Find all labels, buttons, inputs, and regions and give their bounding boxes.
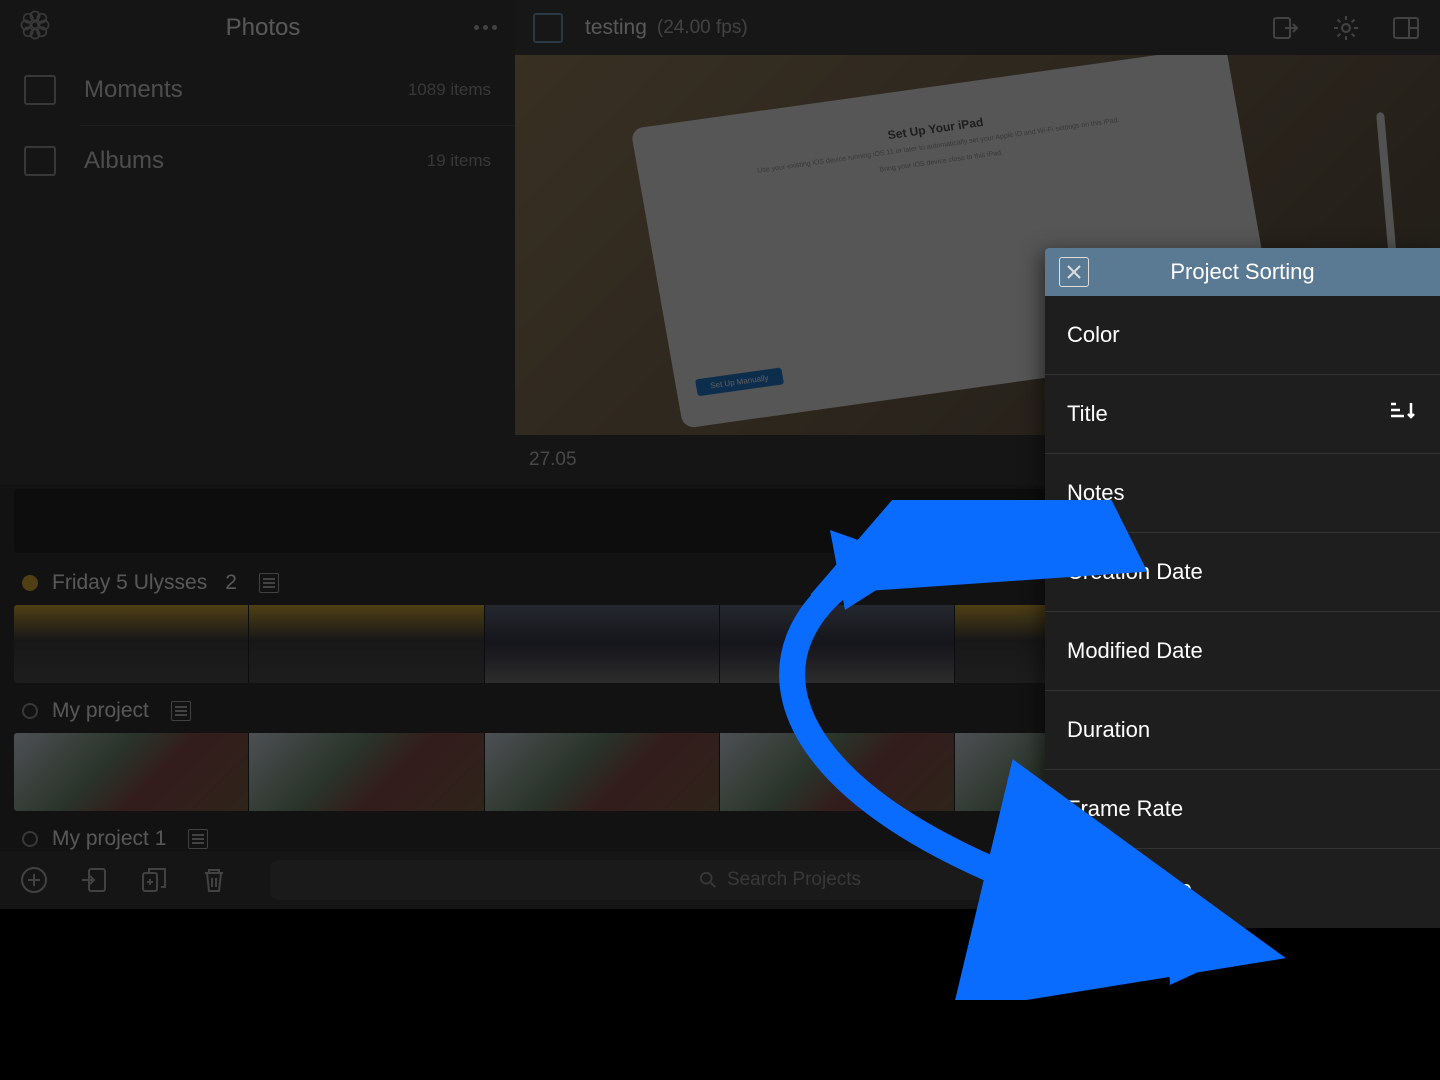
notes-icon[interactable] — [171, 701, 191, 721]
sort-popup: Project Sorting Color Title Notes Creati… — [1045, 248, 1440, 928]
fps-label: (24.00 fps) — [657, 17, 748, 39]
project-icon[interactable] — [533, 13, 563, 43]
close-icon[interactable] — [1059, 257, 1089, 287]
notes-icon[interactable] — [188, 829, 208, 849]
sort-option-duration[interactable]: Duration — [1045, 691, 1440, 770]
export-icon[interactable] — [1270, 12, 1302, 44]
add-project-icon[interactable] — [18, 864, 50, 896]
timecode: 27.05 — [529, 449, 577, 471]
project-name: testing — [585, 16, 647, 40]
trash-icon[interactable] — [198, 864, 230, 896]
project-color-dot — [22, 831, 38, 847]
duplicate-icon[interactable] — [138, 864, 170, 896]
category-albums[interactable]: Albums 19 items — [0, 126, 515, 196]
project-color-dot — [22, 703, 38, 719]
sidebar-title: Photos — [52, 14, 474, 42]
photos-flower-icon[interactable] — [18, 8, 52, 47]
search-icon — [699, 871, 717, 889]
more-icon[interactable] — [474, 25, 497, 30]
moments-icon — [24, 75, 56, 105]
sort-option-creation-date[interactable]: Creation Date — [1045, 533, 1440, 612]
sort-popup-title: Project Sorting — [1089, 259, 1396, 285]
sort-option-frame-rate[interactable]: Frame Rate — [1045, 770, 1440, 849]
project-color-dot — [22, 575, 38, 591]
sort-option-modified-date[interactable]: Modified Date — [1045, 612, 1440, 691]
category-moments[interactable]: Moments 1089 items — [0, 55, 515, 125]
photos-sidebar: Photos Moments 1089 items Albums 19 item… — [0, 0, 515, 485]
notes-icon[interactable] — [259, 573, 279, 593]
sort-direction-icon — [1388, 399, 1418, 429]
layout-icon[interactable] — [1390, 12, 1422, 44]
search-placeholder: Search Projects — [727, 869, 861, 891]
sort-option-title[interactable]: Title — [1045, 375, 1440, 454]
gear-icon[interactable] — [1330, 12, 1362, 44]
sort-option-notes[interactable]: Notes — [1045, 454, 1440, 533]
import-icon[interactable] — [78, 864, 110, 896]
sort-option-color[interactable]: Color — [1045, 296, 1440, 375]
albums-icon — [24, 146, 56, 176]
sort-option-aspect-ratio[interactable]: Aspect Ratio — [1045, 849, 1440, 928]
